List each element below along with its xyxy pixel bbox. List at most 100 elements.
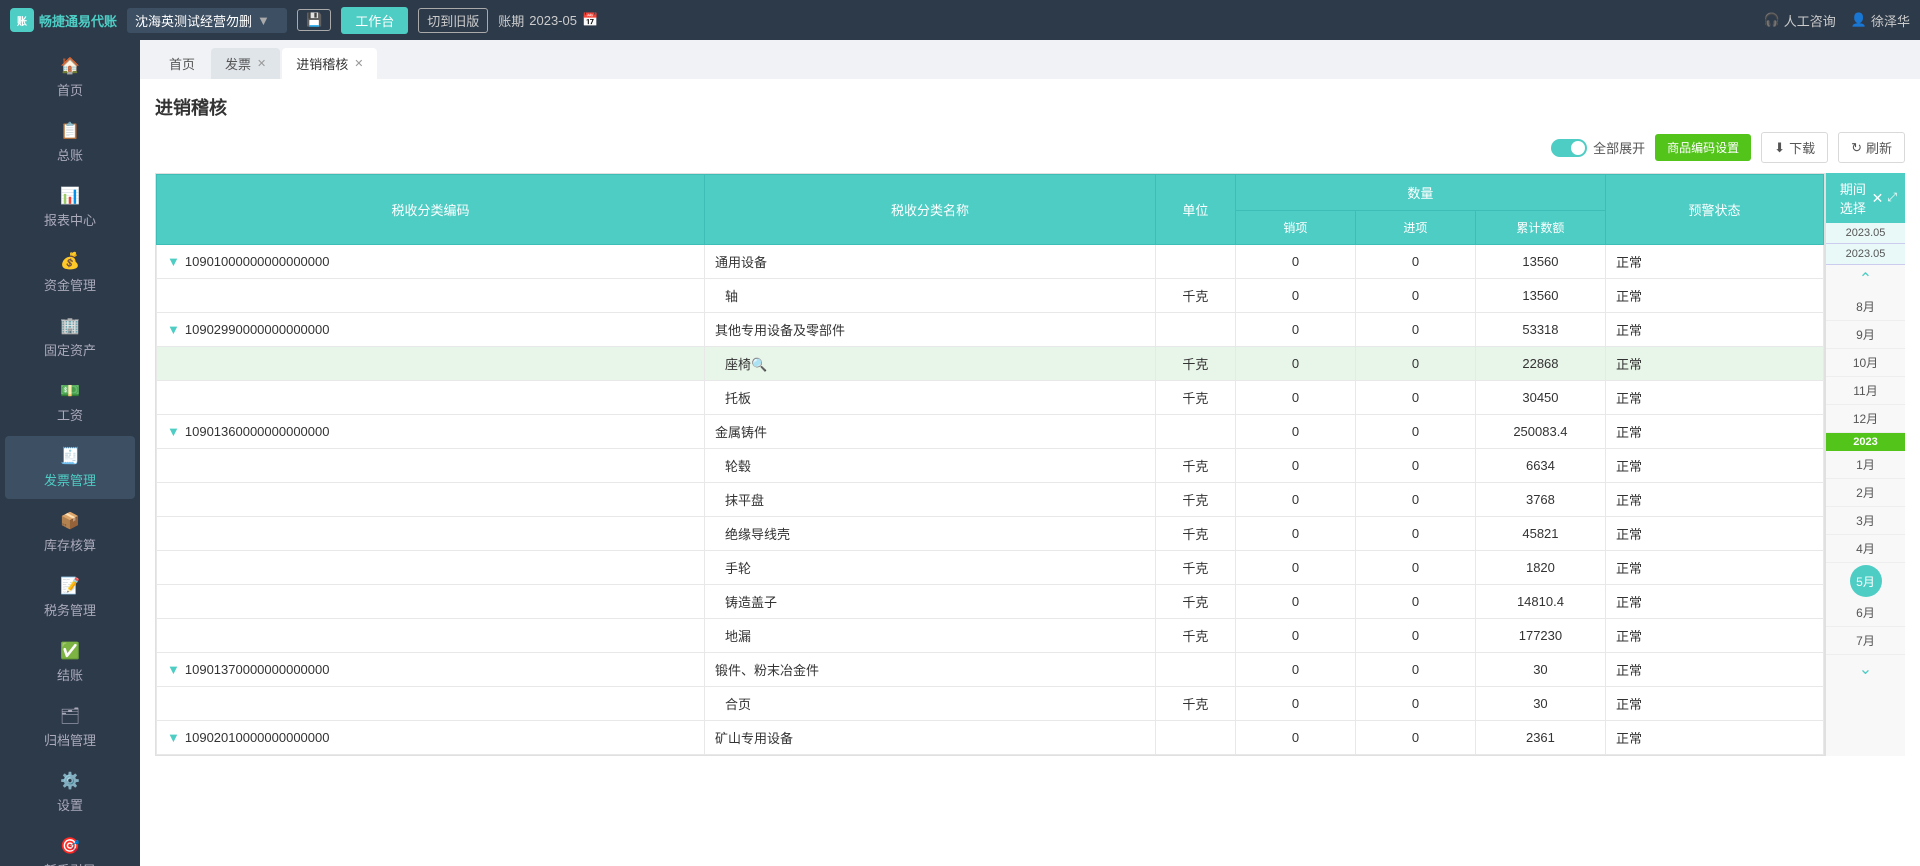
calendar-icon[interactable]: 📅	[582, 12, 598, 28]
refresh-button[interactable]: ↻ 刷新	[1838, 132, 1905, 163]
period-month[interactable]: 11月	[1826, 377, 1905, 405]
period-month-active[interactable]: 5月	[1850, 565, 1882, 597]
ledger-icon: 📋	[60, 121, 80, 141]
cell-unit	[1155, 415, 1235, 449]
tab-reconcile[interactable]: 进销稽核 ✕	[282, 48, 377, 79]
cell-total: 30	[1475, 653, 1605, 687]
period-month[interactable]: 12月	[1826, 405, 1905, 433]
period-scroll-down[interactable]: ⌄	[1826, 655, 1905, 683]
group-arrow[interactable]: ▼	[167, 254, 180, 269]
cell-purchase: 0	[1355, 313, 1475, 347]
sidebar-item-inventory[interactable]: 📦 库存核算	[5, 501, 135, 564]
cell-purchase: 0	[1355, 245, 1475, 279]
company-selector[interactable]: 沈海英测试经营勿删 ▼	[127, 8, 287, 33]
sidebar-item-archive[interactable]: 🗂 归档管理	[5, 696, 135, 759]
sidebar-item-settings[interactable]: ⚙️ 设置	[5, 761, 135, 824]
col-tax-code: 税收分类编码	[157, 175, 705, 245]
cell-purchase: 0	[1355, 279, 1475, 313]
app-logo: 账 畅捷通易代账	[10, 8, 117, 32]
group-arrow[interactable]: ▼	[167, 730, 180, 745]
period-month[interactable]: 10月	[1826, 349, 1905, 377]
switch-version-button[interactable]: 切到旧版	[418, 8, 488, 33]
period-month[interactable]: 7月	[1826, 627, 1905, 655]
group-arrow[interactable]: ▼	[167, 322, 180, 337]
sidebar-item-guide[interactable]: 🎯 新手引导	[5, 826, 135, 866]
group-arrow[interactable]: ▼	[167, 662, 180, 677]
tab-home[interactable]: 首页	[155, 48, 209, 79]
cell-purchase: 0	[1355, 517, 1475, 551]
cell-status: 正常	[1605, 483, 1823, 517]
period-month[interactable]: 8月	[1826, 293, 1905, 321]
cell-sales: 0	[1235, 551, 1355, 585]
cell-purchase: 0	[1355, 551, 1475, 585]
panel-close-button[interactable]: ✕	[1872, 190, 1884, 207]
sidebar-item-funds[interactable]: 💰 资金管理	[5, 241, 135, 304]
cell-sales: 0	[1235, 415, 1355, 449]
col-quantity: 数量	[1235, 175, 1605, 211]
cell-code	[157, 585, 705, 619]
period-month[interactable]: 9月	[1826, 321, 1905, 349]
year-label: 2023	[1826, 433, 1905, 451]
content-area: 首页 发票 ✕ 进销稽核 ✕ 进销稽核 全部展开 商品编码设置	[140, 40, 1920, 866]
tax-icon: 📝	[60, 576, 80, 596]
cell-total: 6634	[1475, 449, 1605, 483]
cell-status: 正常	[1605, 687, 1823, 721]
sidebar-item-label: 库存核算	[44, 535, 96, 554]
home-icon: 🏠	[60, 56, 80, 76]
main-layout: 🏠 首页 📋 总账 📊 报表中心 💰 资金管理 🏢 固定资产 💵 工资 🧾 发票…	[0, 40, 1920, 866]
cell-status: 正常	[1605, 381, 1823, 415]
user-menu[interactable]: 👤 徐泽华	[1851, 11, 1910, 30]
download-label: 下载	[1789, 138, 1815, 157]
sidebar-item-salary[interactable]: 💵 工资	[5, 371, 135, 434]
cell-sales: 0	[1235, 653, 1355, 687]
cell-code	[157, 381, 705, 415]
tab-reconcile-label: 进销稽核	[296, 54, 348, 73]
sidebar-item-tax[interactable]: 📝 税务管理	[5, 566, 135, 629]
save-button[interactable]: 💾	[297, 9, 331, 31]
group-arrow[interactable]: ▼	[167, 424, 180, 439]
sidebar-item-checkout[interactable]: ✅ 结账	[5, 631, 135, 694]
tab-reconcile-close[interactable]: ✕	[354, 57, 363, 70]
panel-expand-button[interactable]: ⤢	[1887, 190, 1897, 207]
download-button[interactable]: ⬇ 下载	[1761, 132, 1828, 163]
sidebar-item-reports[interactable]: 📊 报表中心	[5, 176, 135, 239]
expand-all-toggle[interactable]: 全部展开	[1551, 138, 1645, 157]
tab-invoice[interactable]: 发票 ✕	[211, 48, 280, 79]
col-total: 累计数额	[1475, 211, 1605, 245]
period-scroll-up[interactable]: ⌃	[1826, 265, 1905, 293]
cell-total: 30	[1475, 687, 1605, 721]
right-side: 税收分类编码 税收分类名称 单位 数量 预警状态 销项 进项 累计数额	[155, 173, 1905, 756]
cell-status: 正常	[1605, 653, 1823, 687]
right-panel: 期间选择 ✕ ⤢ 2023.05 2023.05 ⌃ 8月9月10月11月12月…	[1825, 173, 1905, 756]
product-code-button[interactable]: 商品编码设置	[1655, 134, 1751, 161]
cell-code: ▼10902010000000000000	[157, 721, 705, 755]
period-month[interactable]: 4月	[1826, 535, 1905, 563]
cell-status: 正常	[1605, 347, 1823, 381]
save-icon: 💾	[306, 12, 322, 27]
cell-name: 轴	[704, 279, 1155, 313]
period-month[interactable]: 1月	[1826, 451, 1905, 479]
expand-all-switch[interactable]	[1551, 139, 1587, 157]
table-container[interactable]: 税收分类编码 税收分类名称 单位 数量 预警状态 销项 进项 累计数额	[155, 173, 1825, 756]
period-month[interactable]: 6月	[1826, 599, 1905, 627]
cell-unit: 千克	[1155, 279, 1235, 313]
cell-purchase: 0	[1355, 347, 1475, 381]
sidebar-item-label: 报表中心	[44, 210, 96, 229]
inventory-icon: 📦	[60, 511, 80, 531]
tab-invoice-close[interactable]: ✕	[257, 57, 266, 70]
service-icon: 🎧	[1764, 12, 1780, 28]
service-button[interactable]: 🎧 人工咨询	[1764, 11, 1836, 30]
sidebar-item-invoice[interactable]: 🧾 发票管理	[5, 436, 135, 499]
period-month[interactable]: 2月	[1826, 479, 1905, 507]
search-icon[interactable]: 🔍	[751, 357, 767, 372]
tab-bar: 首页 发票 ✕ 进销稽核 ✕	[140, 40, 1920, 79]
salary-icon: 💵	[60, 381, 80, 401]
sidebar-item-ledger[interactable]: 📋 总账	[5, 111, 135, 174]
sidebar-item-home[interactable]: 🏠 首页	[5, 46, 135, 109]
period-month[interactable]: 3月	[1826, 507, 1905, 535]
sidebar-item-label: 总账	[57, 145, 83, 164]
sidebar-item-assets[interactable]: 🏢 固定资产	[5, 306, 135, 369]
archive-icon: 🗂	[60, 706, 80, 726]
workbench-button[interactable]: 工作台	[341, 7, 408, 34]
cell-status: 正常	[1605, 313, 1823, 347]
